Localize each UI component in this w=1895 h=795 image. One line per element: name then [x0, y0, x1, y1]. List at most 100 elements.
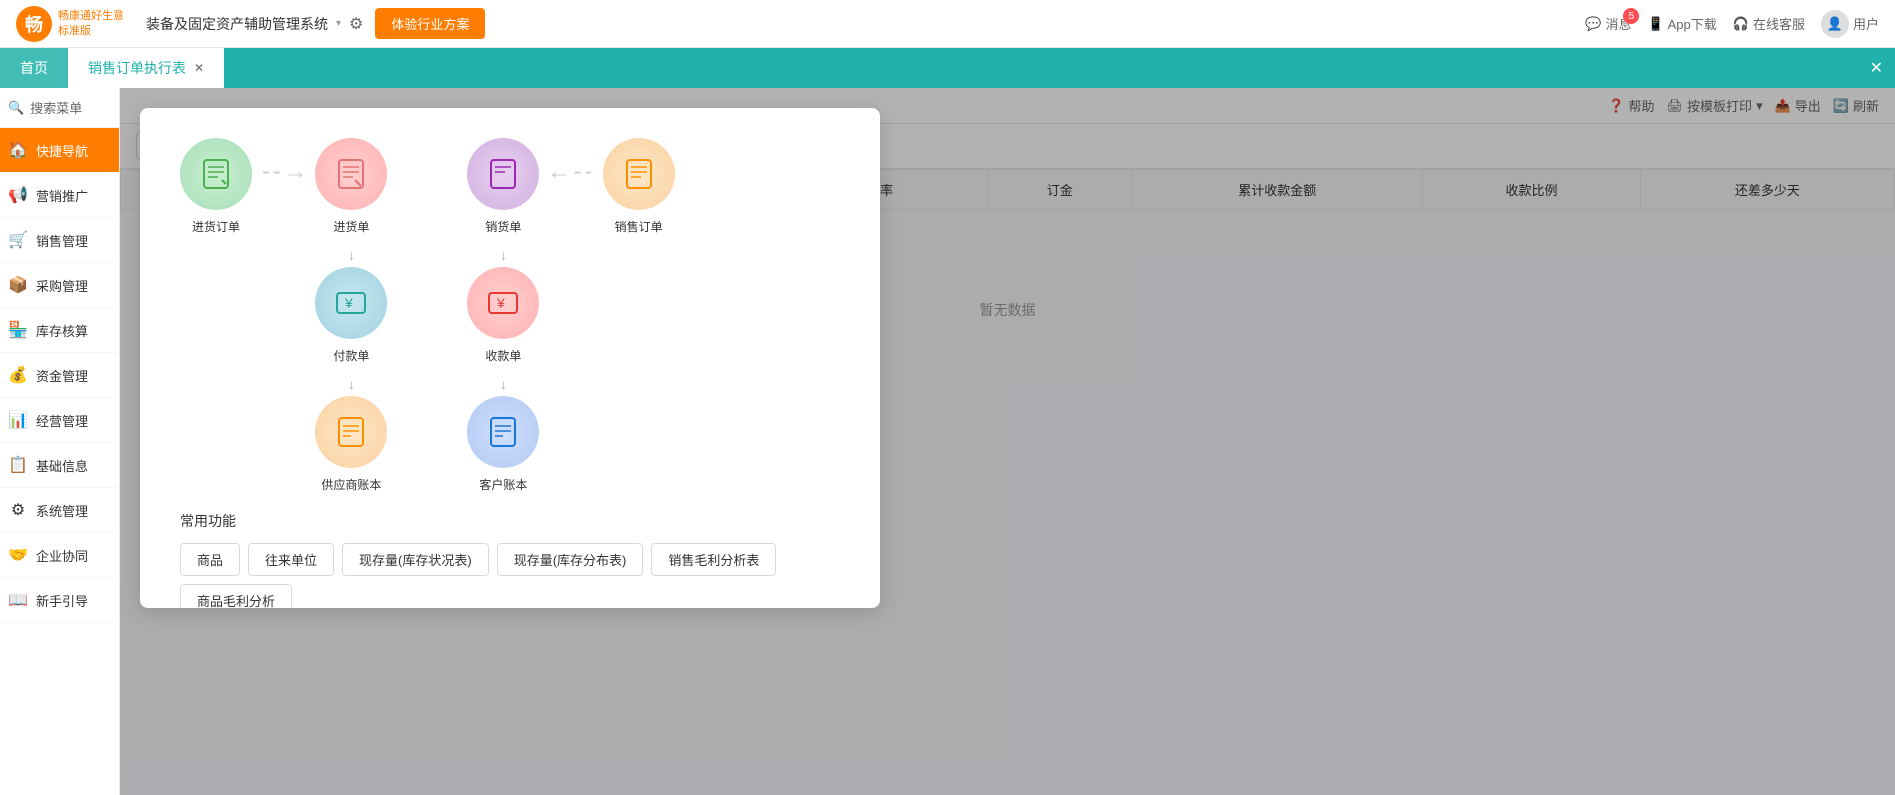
- system-dropdown[interactable]: ▾: [336, 18, 341, 29]
- sales-slip-circle: [467, 138, 539, 210]
- tab-sales-order-execution[interactable]: 销售订单执行表 ✕: [68, 48, 224, 88]
- arrow-1: - - →: [252, 158, 315, 186]
- flow-node-receipt-slip: ¥ 收款单: [467, 267, 539, 364]
- header: 畅 畅康通好生意 标准版 装备及固定资产辅助管理系统 ▾ ⚙ 体验行业方案 💬 …: [0, 0, 1895, 48]
- flow-node-supplier-ledger: 供应商账本: [315, 396, 387, 493]
- sales-order-circle: [603, 138, 675, 210]
- quick-guide-overlay[interactable]: 进货订单 - - → 进货单: [120, 88, 1895, 795]
- online-service-button[interactable]: 🎧 在线客服: [1733, 14, 1805, 33]
- common-functions: 常用功能 商品 往来单位 现存量(库存状况表) 现存量(库存分布表) 销售毛利分…: [180, 511, 840, 608]
- logo-text: 畅康通好生意 标准版: [58, 9, 124, 38]
- func-btn-stock-status[interactable]: 现存量(库存状况表): [342, 543, 489, 576]
- sales-icon: 🛒: [8, 230, 28, 250]
- message-icon: 💬: [1585, 16, 1601, 32]
- purchase-order-circle: [180, 138, 252, 210]
- content-area: ❓ 帮助 🖨 按模板打印 ▾ 📤 导出 🔄 刷新 —: [120, 88, 1895, 795]
- arrow-down-3: ↓: [500, 247, 507, 263]
- logo: 畅 畅康通好生意 标准版: [16, 6, 136, 42]
- trial-button[interactable]: 体验行业方案: [375, 8, 485, 39]
- sales-slip-label: 销货单: [485, 218, 521, 235]
- svg-text:¥: ¥: [344, 295, 353, 311]
- dashed-arrow-2: - - →: [549, 158, 592, 186]
- app-download-button[interactable]: 📱 App下载: [1647, 14, 1716, 33]
- receipt-slip-label: 收款单: [485, 347, 521, 364]
- logo-icon: 畅: [16, 6, 52, 42]
- purchase-icon: 📦: [8, 275, 28, 295]
- flow-node-purchase-order: 进货订单: [180, 138, 252, 235]
- sales-order-label: 销售订单: [615, 218, 663, 235]
- main-layout: 🔍 搜索菜单 🏠 快捷导航 📢 营销推广 🛒 销售管理 📦 采购管理 🏪 库存核…: [0, 88, 1895, 795]
- arrow-down-2: ↓: [348, 376, 355, 392]
- message-badge: 5: [1623, 8, 1639, 24]
- flow-col-4: 销售订单: [603, 138, 675, 243]
- flow-diagram: 进货订单 - - → 进货单: [180, 138, 840, 501]
- sidebar-item-marketing[interactable]: 📢 营销推广: [0, 173, 119, 218]
- nav-tabs: 首页 销售订单执行表 ✕ ✕: [0, 48, 1895, 88]
- marketing-icon: 📢: [8, 185, 28, 205]
- receipt-slip-circle: ¥: [467, 267, 539, 339]
- tab-close-icon[interactable]: ✕: [194, 61, 204, 75]
- message-button[interactable]: 💬 消息 5: [1585, 14, 1631, 33]
- window-close-button[interactable]: ✕: [1870, 58, 1883, 78]
- quick-panel: 进货订单 - - → 进货单: [140, 108, 880, 608]
- sidebar: 🔍 搜索菜单 🏠 快捷导航 📢 营销推广 🛒 销售管理 📦 采购管理 🏪 库存核…: [0, 88, 120, 795]
- sidebar-item-purchase[interactable]: 📦 采购管理: [0, 263, 119, 308]
- service-icon: 🎧: [1733, 16, 1749, 32]
- arrow-down-1: ↓: [348, 247, 355, 263]
- dashed-arrow-1: - - →: [262, 158, 305, 186]
- sidebar-item-system[interactable]: ⚙ 系统管理: [0, 488, 119, 533]
- sidebar-item-operations[interactable]: 📊 经营管理: [0, 398, 119, 443]
- arrow-2: - - →: [539, 158, 602, 186]
- basic-info-icon: 📋: [8, 455, 28, 475]
- down-arrow-1: ↓: [348, 247, 355, 263]
- inventory-icon: 🏪: [8, 320, 28, 340]
- down-arrow-4: ↓: [500, 376, 507, 392]
- payment-slip-label: 付款单: [333, 347, 369, 364]
- sidebar-item-sales[interactable]: 🛒 销售管理: [0, 218, 119, 263]
- func-btn-product[interactable]: 商品: [180, 543, 240, 576]
- down-arrow-3: ↓: [500, 247, 507, 263]
- flow-node-sales-order: 销售订单: [603, 138, 675, 235]
- newbie-icon: 📖: [8, 590, 28, 610]
- avatar: 👤: [1821, 10, 1849, 38]
- flow-node-purchase-slip: 进货单: [315, 138, 387, 235]
- home-icon: 🏠: [8, 140, 28, 160]
- sidebar-item-finance[interactable]: 💰 资金管理: [0, 353, 119, 398]
- flow-node-sales-slip: 销货单: [467, 138, 539, 235]
- func-btn-stock-distribution[interactable]: 现存量(库存分布表): [497, 543, 644, 576]
- function-buttons: 商品 往来单位 现存量(库存状况表) 现存量(库存分布表) 销售毛利分析表 商品…: [180, 543, 840, 608]
- flow-node-payment-slip: ¥ 付款单: [315, 267, 387, 364]
- func-btn-product-profit-analysis[interactable]: 商品毛利分析: [180, 584, 292, 608]
- flow-col-3: 销货单 ↓ ¥ 收款单: [467, 138, 539, 501]
- operations-icon: 📊: [8, 410, 28, 430]
- sidebar-item-basic-info[interactable]: 📋 基础信息: [0, 443, 119, 488]
- finance-icon: 💰: [8, 365, 28, 385]
- flow-col-2: 进货单 ↓ ¥ 付款单: [315, 138, 387, 501]
- func-btn-sales-profit-analysis[interactable]: 销售毛利分析表: [651, 543, 776, 576]
- customer-ledger-circle: [467, 396, 539, 468]
- app-icon: 📱: [1647, 16, 1663, 32]
- enterprise-icon: 🤝: [8, 545, 28, 565]
- payment-slip-circle: ¥: [315, 267, 387, 339]
- supplier-ledger-label: 供应商账本: [321, 476, 381, 493]
- down-arrow-2: ↓: [348, 376, 355, 392]
- header-right: 💬 消息 5 📱 App下载 🎧 在线客服 👤 用户: [1585, 10, 1879, 38]
- purchase-slip-circle: [315, 138, 387, 210]
- user-profile[interactable]: 👤 用户: [1821, 10, 1879, 38]
- search-icon: 🔍: [8, 100, 24, 116]
- settings-icon[interactable]: ⚙: [349, 14, 363, 34]
- svg-text:¥: ¥: [496, 295, 505, 311]
- func-btn-counterpart[interactable]: 往来单位: [248, 543, 334, 576]
- system-icon: ⚙: [8, 500, 28, 520]
- tab-home[interactable]: 首页: [0, 48, 68, 88]
- sidebar-item-newbie[interactable]: 📖 新手引导: [0, 578, 119, 623]
- system-title: 装备及固定资产辅助管理系统: [146, 14, 328, 34]
- supplier-ledger-circle: [315, 396, 387, 468]
- sidebar-item-inventory[interactable]: 🏪 库存核算: [0, 308, 119, 353]
- customer-ledger-label: 客户账本: [479, 476, 527, 493]
- flow-node-customer-ledger: 客户账本: [467, 396, 539, 493]
- sidebar-item-enterprise[interactable]: 🤝 企业协同: [0, 533, 119, 578]
- purchase-slip-label: 进货单: [333, 218, 369, 235]
- sidebar-search[interactable]: 🔍 搜索菜单: [0, 88, 119, 128]
- sidebar-item-quick-nav[interactable]: 🏠 快捷导航: [0, 128, 119, 173]
